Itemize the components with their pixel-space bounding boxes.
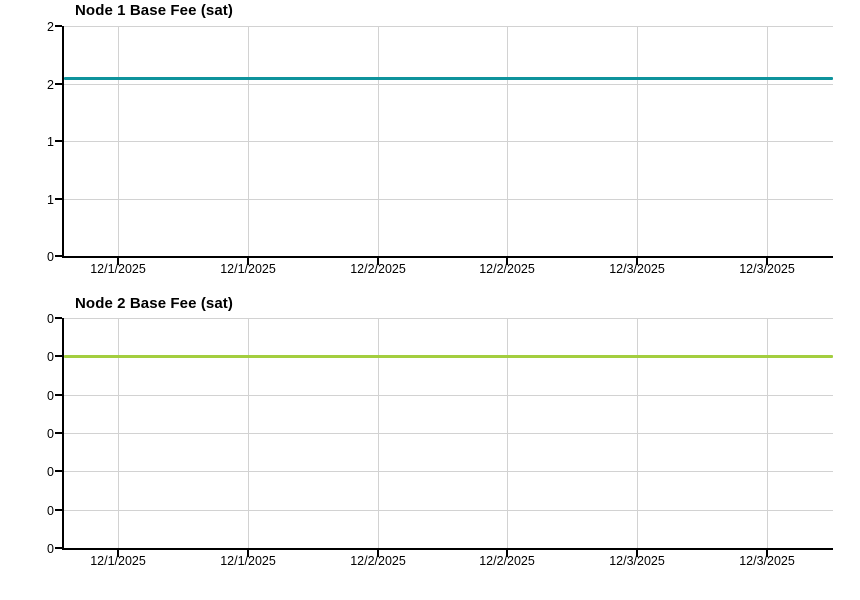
gridline-vertical: [637, 26, 638, 256]
gridline-vertical: [378, 318, 379, 548]
y-tick-mark: [55, 432, 62, 434]
gridline-horizontal: [64, 199, 833, 200]
x-tick-mark: [766, 550, 768, 557]
gridline-horizontal: [64, 510, 833, 511]
y-tick-mark: [55, 317, 62, 319]
x-tick-mark: [117, 550, 119, 557]
gridline-vertical: [248, 26, 249, 256]
chart-node2-base-fee: Node 2 Base Fee (sat) 0 0 0 0 0 0 0 12/1/2025 12…: [0, 0, 860, 600]
gridline-horizontal: [64, 395, 833, 396]
series-line: [64, 354, 833, 358]
fee-charts-dashboard: Node 1 Base Fee (sat) 2 2 1 1 0 12/1/2025 12/1…: [0, 0, 860, 600]
chart-node1-base-fee: Node 1 Base Fee (sat) 2 2 1 1 0 12/1/2025 12/1…: [0, 0, 860, 600]
x-tick-mark: [247, 258, 249, 265]
x-tick-mark: [377, 550, 379, 557]
x-tick-label: 12/1/2025: [90, 554, 146, 568]
x-tick-mark: [636, 550, 638, 557]
x-tick-label: 12/2/2025: [479, 554, 535, 568]
y-tick-mark: [55, 140, 62, 142]
y-tick-label: 0: [47, 388, 54, 403]
series-line: [64, 77, 833, 81]
gridline-vertical: [118, 26, 119, 256]
plot-area-node2: [62, 318, 833, 550]
y-tick-mark: [55, 509, 62, 511]
x-tick-label: 12/1/2025: [220, 554, 276, 568]
x-tick-mark: [636, 258, 638, 265]
y-tick-label: 0: [47, 426, 54, 441]
x-tick-label: 12/3/2025: [609, 262, 665, 276]
y-tick-mark: [55, 25, 62, 27]
gridline-vertical: [637, 318, 638, 548]
x-tick-mark: [377, 258, 379, 265]
y-tick-label: 0: [47, 503, 54, 518]
gridline-vertical: [378, 26, 379, 256]
y-tick-mark: [55, 394, 62, 396]
x-tick-label: 12/2/2025: [350, 554, 406, 568]
y-tick-mark: [55, 255, 62, 257]
x-tick-label: 12/2/2025: [479, 262, 535, 276]
gridline-horizontal: [64, 26, 833, 27]
gridline-vertical: [507, 318, 508, 548]
x-tick-mark: [506, 258, 508, 265]
x-tick-label: 12/1/2025: [90, 262, 146, 276]
gridline-vertical: [767, 26, 768, 256]
y-tick-mark: [55, 547, 62, 549]
x-tick-label: 12/3/2025: [739, 262, 795, 276]
y-tick-label: 0: [47, 311, 54, 326]
x-tick-label: 12/2/2025: [350, 262, 406, 276]
x-tick-label: 12/3/2025: [739, 554, 795, 568]
y-tick-mark: [55, 198, 62, 200]
y-tick-label: 1: [47, 134, 54, 149]
y-tick-mark: [55, 83, 62, 85]
gridline-horizontal: [64, 318, 833, 319]
x-tick-label: 12/3/2025: [609, 554, 665, 568]
x-tick-mark: [117, 258, 119, 265]
x-tick-mark: [247, 550, 249, 557]
y-tick-label: 0: [47, 249, 54, 264]
gridline-vertical: [118, 318, 119, 548]
chart-title-node1: Node 1 Base Fee (sat): [75, 2, 233, 19]
x-tick-label: 12/1/2025: [220, 262, 276, 276]
gridline-vertical: [507, 26, 508, 256]
y-tick-label: 0: [47, 349, 54, 364]
gridline-horizontal: [64, 84, 833, 85]
gridline-horizontal: [64, 356, 833, 357]
x-tick-mark: [506, 550, 508, 557]
chart-title-node2: Node 2 Base Fee (sat): [75, 295, 233, 312]
y-tick-label: 0: [47, 464, 54, 479]
gridline-vertical: [767, 318, 768, 548]
y-tick-label: 1: [47, 192, 54, 207]
gridline-vertical: [248, 318, 249, 548]
y-tick-label: 2: [47, 19, 54, 34]
gridline-horizontal: [64, 471, 833, 472]
y-tick-label: 0: [47, 541, 54, 556]
gridline-horizontal: [64, 433, 833, 434]
x-tick-mark: [766, 258, 768, 265]
y-tick-mark: [55, 355, 62, 357]
y-tick-label: 2: [47, 77, 54, 92]
y-tick-mark: [55, 470, 62, 472]
plot-area-node1: [62, 26, 833, 258]
gridline-horizontal: [64, 141, 833, 142]
